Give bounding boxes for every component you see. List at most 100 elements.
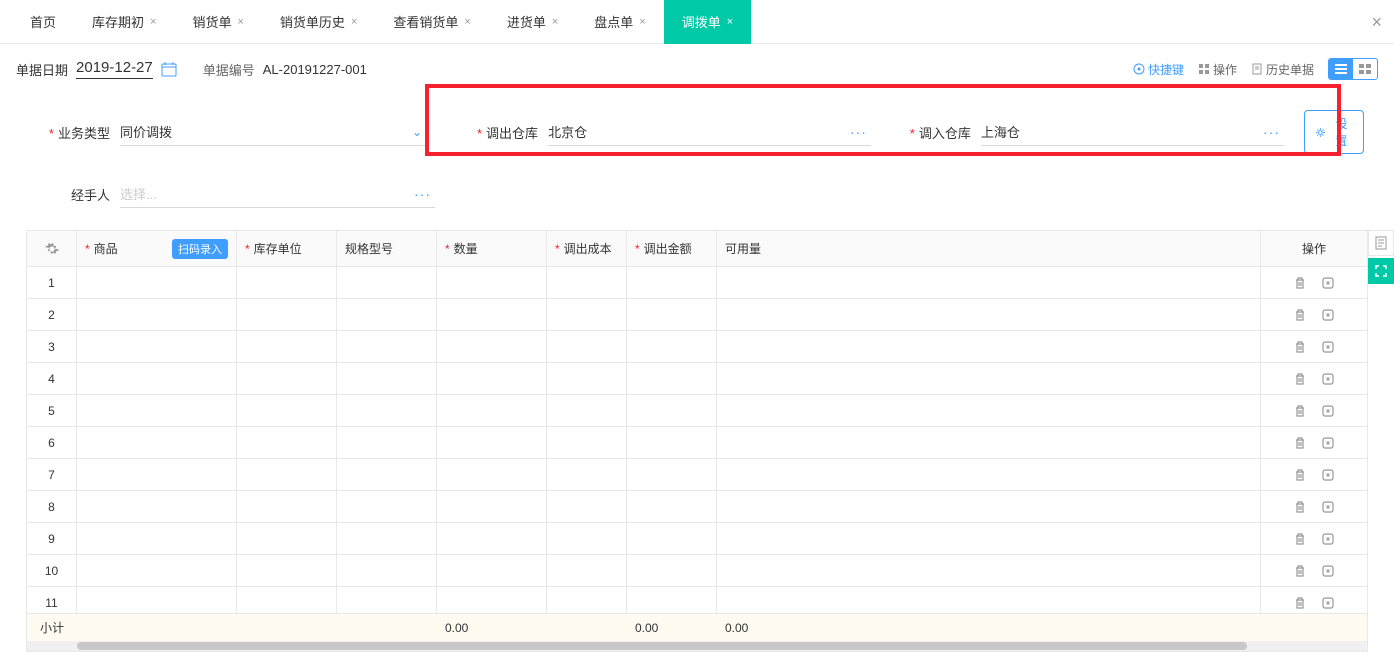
table-row[interactable]: 3: [27, 331, 1367, 363]
add-row-icon[interactable]: [1321, 596, 1335, 610]
cell-spec[interactable]: [337, 555, 437, 586]
cell-product[interactable]: [77, 491, 237, 522]
add-row-icon[interactable]: [1321, 468, 1335, 482]
tab-home[interactable]: 首页: [12, 0, 74, 44]
notes-rail-button[interactable]: [1368, 230, 1394, 256]
cell-cost[interactable]: [547, 331, 627, 362]
cell-product[interactable]: [77, 299, 237, 330]
tab-stock-init[interactable]: 库存期初×: [74, 0, 174, 44]
delete-icon[interactable]: [1293, 436, 1307, 450]
cell-product[interactable]: [77, 587, 237, 613]
tab-view-sales[interactable]: 查看销货单×: [375, 0, 488, 44]
close-all-icon[interactable]: ×: [1371, 12, 1382, 33]
cell-amount[interactable]: [627, 363, 717, 394]
cell-amount[interactable]: [627, 427, 717, 458]
table-row[interactable]: 4: [27, 363, 1367, 395]
table-row[interactable]: 6: [27, 427, 1367, 459]
tab-purchase[interactable]: 进货单×: [489, 0, 576, 44]
cell-unit[interactable]: [237, 587, 337, 613]
tab-inventory[interactable]: 盘点单×: [576, 0, 663, 44]
cell-amount[interactable]: [627, 331, 717, 362]
add-row-icon[interactable]: [1321, 500, 1335, 514]
table-row[interactable]: 8: [27, 491, 1367, 523]
cell-qty[interactable]: [437, 459, 547, 490]
scan-badge[interactable]: 扫码录入: [172, 239, 228, 259]
table-row[interactable]: 2: [27, 299, 1367, 331]
settings-column[interactable]: [27, 231, 77, 266]
cell-product[interactable]: [77, 523, 237, 554]
add-row-icon[interactable]: [1321, 564, 1335, 578]
delete-icon[interactable]: [1293, 500, 1307, 514]
cell-spec[interactable]: [337, 267, 437, 298]
add-row-icon[interactable]: [1321, 276, 1335, 290]
table-row[interactable]: 7: [27, 459, 1367, 491]
cell-product[interactable]: [77, 267, 237, 298]
cell-spec[interactable]: [337, 459, 437, 490]
cell-unit[interactable]: [237, 555, 337, 586]
cell-unit[interactable]: [237, 395, 337, 426]
close-icon[interactable]: ×: [237, 16, 243, 28]
biz-type-select[interactable]: 同价调拨 ⌄: [120, 118, 428, 146]
cell-qty[interactable]: [437, 523, 547, 554]
table-row[interactable]: 9: [27, 523, 1367, 555]
cell-unit[interactable]: [237, 491, 337, 522]
tab-sales-order[interactable]: 销货单×: [174, 0, 261, 44]
cell-cost[interactable]: [547, 491, 627, 522]
close-icon[interactable]: ×: [639, 16, 645, 28]
cell-cost[interactable]: [547, 363, 627, 394]
cell-qty[interactable]: [437, 395, 547, 426]
delete-icon[interactable]: [1293, 404, 1307, 418]
shortcut-link[interactable]: 快捷键: [1133, 61, 1184, 78]
tab-transfer[interactable]: 调拨单×: [664, 0, 751, 44]
delete-icon[interactable]: [1293, 564, 1307, 578]
handler-select[interactable]: 选择... ···: [120, 180, 435, 208]
cell-unit[interactable]: [237, 459, 337, 490]
cell-unit[interactable]: [237, 267, 337, 298]
cell-qty[interactable]: [437, 587, 547, 613]
delete-icon[interactable]: [1293, 468, 1307, 482]
cell-qty[interactable]: [437, 491, 547, 522]
add-row-icon[interactable]: [1321, 532, 1335, 546]
delete-icon[interactable]: [1293, 596, 1307, 610]
table-row[interactable]: 5: [27, 395, 1367, 427]
cell-spec[interactable]: [337, 363, 437, 394]
cell-unit[interactable]: [237, 299, 337, 330]
cell-spec[interactable]: [337, 523, 437, 554]
cell-unit[interactable]: [237, 331, 337, 362]
cell-product[interactable]: [77, 363, 237, 394]
cell-product[interactable]: [77, 427, 237, 458]
table-row[interactable]: 10: [27, 555, 1367, 587]
cell-amount[interactable]: [627, 267, 717, 298]
cell-cost[interactable]: [547, 587, 627, 613]
add-row-icon[interactable]: [1321, 340, 1335, 354]
out-warehouse-select[interactable]: 北京仓 ···: [548, 118, 871, 146]
cell-spec[interactable]: [337, 587, 437, 613]
cell-amount[interactable]: [627, 395, 717, 426]
cell-cost[interactable]: [547, 555, 627, 586]
history-link[interactable]: 历史单据: [1251, 61, 1314, 78]
cell-spec[interactable]: [337, 395, 437, 426]
settings-button[interactable]: 设置: [1304, 110, 1364, 154]
tab-sales-history[interactable]: 销货单历史×: [262, 0, 375, 44]
expand-rail-button[interactable]: [1368, 258, 1394, 284]
cell-cost[interactable]: [547, 427, 627, 458]
delete-icon[interactable]: [1293, 372, 1307, 386]
cell-qty[interactable]: [437, 331, 547, 362]
cell-product[interactable]: [77, 395, 237, 426]
grid-view-button[interactable]: [1353, 59, 1377, 79]
cell-cost[interactable]: [547, 523, 627, 554]
cell-spec[interactable]: [337, 491, 437, 522]
cell-product[interactable]: [77, 331, 237, 362]
delete-icon[interactable]: [1293, 276, 1307, 290]
add-row-icon[interactable]: [1321, 308, 1335, 322]
cell-amount[interactable]: [627, 459, 717, 490]
cell-spec[interactable]: [337, 427, 437, 458]
cell-product[interactable]: [77, 459, 237, 490]
cell-unit[interactable]: [237, 427, 337, 458]
in-warehouse-select[interactable]: 上海仓 ···: [981, 118, 1284, 146]
table-row[interactable]: 11: [27, 587, 1367, 613]
cell-amount[interactable]: [627, 523, 717, 554]
cell-qty[interactable]: [437, 555, 547, 586]
delete-icon[interactable]: [1293, 308, 1307, 322]
add-row-icon[interactable]: [1321, 404, 1335, 418]
